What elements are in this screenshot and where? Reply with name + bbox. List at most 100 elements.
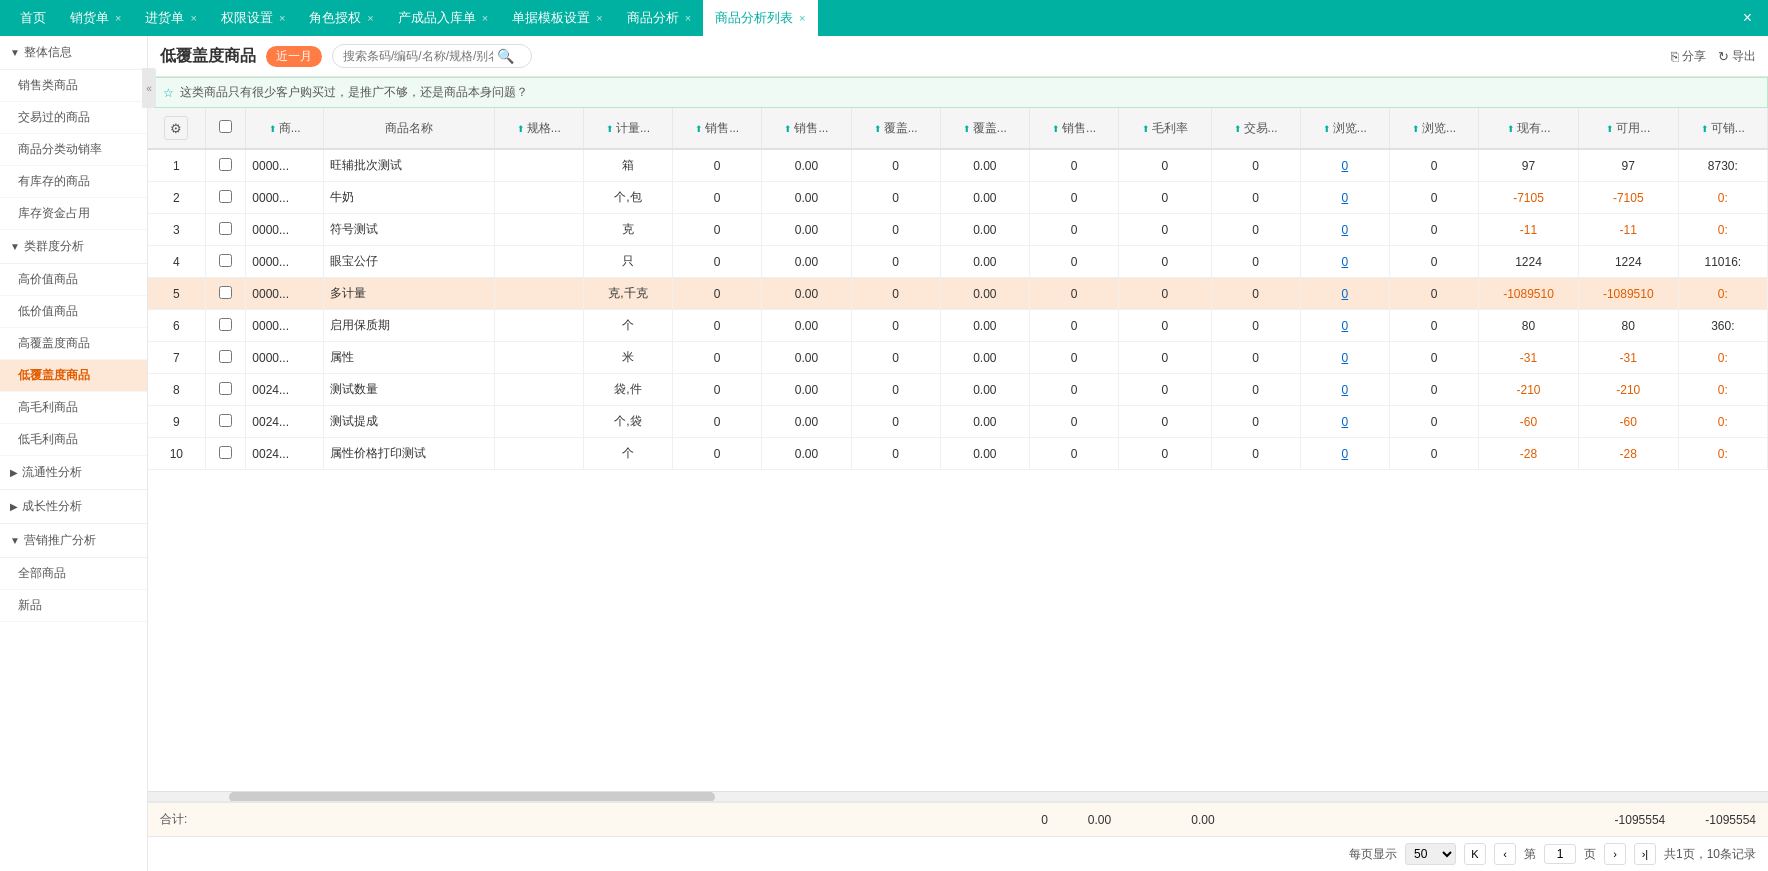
column-settings-icon[interactable]: ⚙	[164, 116, 188, 140]
horizontal-scrollbar[interactable]	[148, 791, 1768, 801]
row-select-checkbox[interactable]	[219, 254, 232, 267]
col-profit[interactable]: ⬆毛利率	[1119, 108, 1211, 149]
row-checkbox[interactable]	[205, 278, 246, 310]
sidebar-item-new-goods[interactable]: 新品	[0, 590, 147, 622]
first-page-button[interactable]: K	[1464, 843, 1486, 865]
row-select-checkbox[interactable]	[219, 350, 232, 363]
row-browse1[interactable]: 0	[1300, 149, 1389, 182]
row-checkbox[interactable]	[205, 246, 246, 278]
row-browse1[interactable]: 0	[1300, 246, 1389, 278]
sidebar-item-high-profit[interactable]: 高毛利商品	[0, 392, 147, 424]
col-avail[interactable]: ⬆可用...	[1578, 108, 1678, 149]
sidebar-section-marketing[interactable]: ▼ 营销推广分析	[0, 524, 147, 558]
col-sale1[interactable]: ⬆销售...	[673, 108, 762, 149]
prev-page-button[interactable]: ‹	[1494, 843, 1516, 865]
nav-sales[interactable]: 销货单 ×	[58, 0, 133, 36]
row-browse1[interactable]: 0	[1300, 310, 1389, 342]
close-icon[interactable]: ×	[799, 0, 805, 36]
row-checkbox[interactable]	[205, 342, 246, 374]
page-number-input[interactable]	[1544, 844, 1576, 864]
row-checkbox[interactable]	[205, 149, 246, 182]
search-input[interactable]	[343, 49, 493, 63]
close-icon[interactable]: ×	[685, 0, 691, 36]
col-trade[interactable]: ⬆交易...	[1211, 108, 1300, 149]
row-checkbox[interactable]	[205, 214, 246, 246]
close-icon[interactable]: ×	[482, 0, 488, 36]
row-checkbox[interactable]	[205, 182, 246, 214]
sidebar-item-low-value[interactable]: 低价值商品	[0, 296, 147, 328]
col-name[interactable]: 商品名称	[324, 108, 495, 149]
col-checkbox[interactable]	[205, 108, 246, 149]
close-icon[interactable]: ×	[115, 0, 121, 36]
sidebar-section-cluster[interactable]: ▼ 类群度分析	[0, 230, 147, 264]
row-select-checkbox[interactable]	[219, 382, 232, 395]
row-select-checkbox[interactable]	[219, 222, 232, 235]
sidebar-item-inventory-fund[interactable]: 库存资金占用	[0, 198, 147, 230]
row-select-checkbox[interactable]	[219, 286, 232, 299]
col-sale3[interactable]: ⬆销售...	[1029, 108, 1118, 149]
nav-purchase[interactable]: 进货单 ×	[133, 0, 208, 36]
export-button[interactable]: ↻ 导出	[1718, 48, 1756, 65]
col-browse1[interactable]: ⬆浏览...	[1300, 108, 1389, 149]
col-cover1[interactable]: ⬆覆盖...	[851, 108, 940, 149]
sidebar-item-low-profit[interactable]: 低毛利商品	[0, 424, 147, 456]
select-all-checkbox[interactable]	[219, 120, 232, 133]
nav-home[interactable]: 首页	[8, 0, 58, 36]
col-sellable[interactable]: ⬆可销...	[1678, 108, 1767, 149]
col-spec[interactable]: ⬆规格...	[494, 108, 583, 149]
col-unit[interactable]: ⬆计量...	[583, 108, 672, 149]
sidebar-section-growth[interactable]: ▶ 成长性分析	[0, 490, 147, 524]
nav-product-analysis-list[interactable]: 商品分析列表 ×	[703, 0, 817, 36]
nav-template[interactable]: 单据模板设置 ×	[500, 0, 614, 36]
row-browse1[interactable]: 0	[1300, 342, 1389, 374]
nav-product-warehouse[interactable]: 产成品入库单 ×	[386, 0, 500, 36]
sidebar-section-overall[interactable]: ▼ 整体信息	[0, 36, 147, 70]
sidebar-item-low-coverage[interactable]: 低覆盖度商品	[0, 360, 147, 392]
close-icon[interactable]: ×	[596, 0, 602, 36]
row-checkbox[interactable]	[205, 406, 246, 438]
nav-permission[interactable]: 权限设置 ×	[209, 0, 297, 36]
sidebar-section-liquidity[interactable]: ▶ 流通性分析	[0, 456, 147, 490]
col-sale2[interactable]: ⬆销售...	[762, 108, 851, 149]
row-browse1[interactable]: 0	[1300, 374, 1389, 406]
row-select-checkbox[interactable]	[219, 158, 232, 171]
col-cover2[interactable]: ⬆覆盖...	[940, 108, 1029, 149]
sidebar-item-sales-goods[interactable]: 销售类商品	[0, 70, 147, 102]
col-settings[interactable]: ⚙	[148, 108, 205, 149]
next-page-button[interactable]: ›	[1604, 843, 1626, 865]
row-checkbox[interactable]	[205, 310, 246, 342]
sidebar-item-high-value[interactable]: 高价值商品	[0, 264, 147, 296]
col-current[interactable]: ⬆现有...	[1479, 108, 1579, 149]
row-browse1[interactable]: 0	[1300, 278, 1389, 310]
row-select-checkbox[interactable]	[219, 414, 232, 427]
row-browse1[interactable]: 0	[1300, 406, 1389, 438]
close-all-tabs-button[interactable]: ×	[1735, 9, 1760, 27]
search-icon[interactable]: 🔍	[497, 48, 514, 64]
filter-period-button[interactable]: 近一月	[266, 46, 322, 67]
row-browse1[interactable]: 0	[1300, 438, 1389, 470]
row-select-checkbox[interactable]	[219, 190, 232, 203]
sidebar-item-traded-goods[interactable]: 交易过的商品	[0, 102, 147, 134]
page-size-select[interactable]: 50 100 200	[1405, 843, 1456, 865]
sidebar-item-category-rate[interactable]: 商品分类动销率	[0, 134, 147, 166]
share-button[interactable]: ⎘ 分享	[1671, 48, 1706, 65]
col-code[interactable]: ⬆商...	[246, 108, 324, 149]
row-checkbox[interactable]	[205, 374, 246, 406]
col-browse2[interactable]: ⬆浏览...	[1389, 108, 1478, 149]
close-icon[interactable]: ×	[190, 0, 196, 36]
row-select-checkbox[interactable]	[219, 318, 232, 331]
nav-product-analysis[interactable]: 商品分析 ×	[615, 0, 703, 36]
table-row: 4 0000... 眼宝公仔 只 0 0.00 0 0.00 0 0 0 0 0…	[148, 246, 1768, 278]
row-browse1[interactable]: 0	[1300, 214, 1389, 246]
sidebar-item-high-coverage[interactable]: 高覆盖度商品	[0, 328, 147, 360]
close-icon[interactable]: ×	[367, 0, 373, 36]
close-icon[interactable]: ×	[279, 0, 285, 36]
row-checkbox[interactable]	[205, 438, 246, 470]
row-select-checkbox[interactable]	[219, 446, 232, 459]
sidebar-collapse-button[interactable]: «	[142, 68, 156, 108]
nav-role[interactable]: 角色授权 ×	[297, 0, 385, 36]
sidebar-item-in-stock[interactable]: 有库存的商品	[0, 166, 147, 198]
row-browse1[interactable]: 0	[1300, 182, 1389, 214]
sidebar-item-all-goods[interactable]: 全部商品	[0, 558, 147, 590]
last-page-button[interactable]: ›|	[1634, 843, 1656, 865]
